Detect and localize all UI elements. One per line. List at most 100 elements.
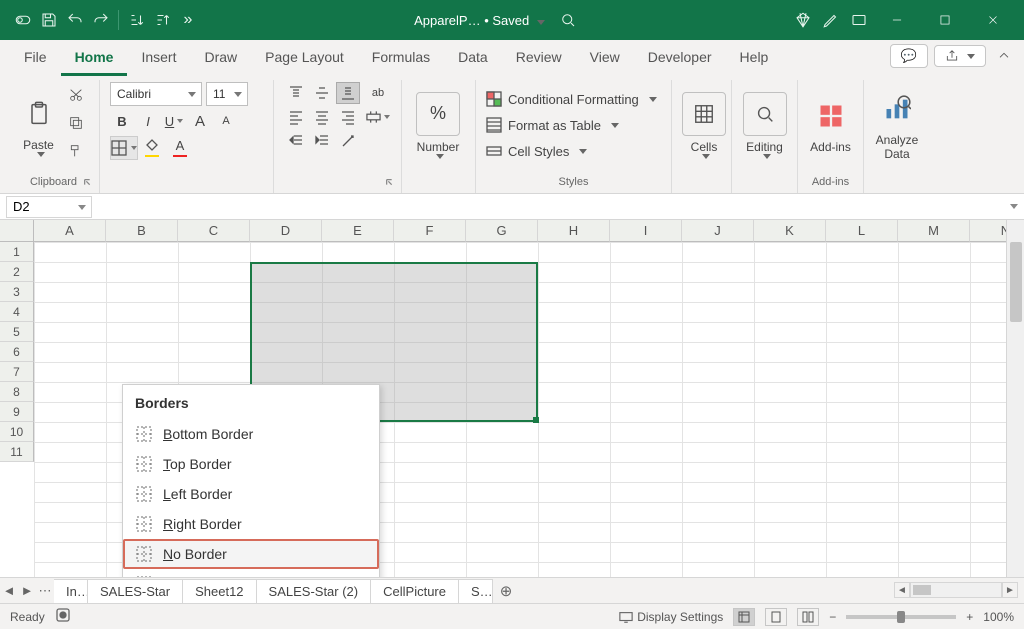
maximize-button[interactable] — [926, 6, 964, 34]
add-sheet-button[interactable]: ⊕ — [493, 582, 519, 600]
font-color-button[interactable]: A — [168, 136, 192, 158]
analyze-data-button[interactable]: Analyze Data — [874, 82, 920, 168]
column-header[interactable]: G — [466, 220, 538, 242]
column-header[interactable]: J — [682, 220, 754, 242]
row-header[interactable]: 11 — [0, 442, 34, 462]
page-layout-view-icon[interactable] — [765, 608, 787, 626]
zoom-in-button[interactable]: + — [966, 610, 973, 624]
number-format-button[interactable]: % Number — [412, 82, 464, 168]
fill-color-button[interactable] — [140, 136, 164, 158]
tab-help[interactable]: Help — [726, 41, 783, 76]
cell-styles-button[interactable]: Cell Styles — [486, 138, 587, 164]
clipboard-launcher-icon[interactable] — [81, 178, 95, 192]
increase-indent-icon[interactable] — [310, 130, 334, 152]
search-icon[interactable] — [559, 11, 577, 29]
undo-icon[interactable] — [66, 11, 84, 29]
align-left-icon[interactable] — [284, 106, 308, 128]
borders-button[interactable] — [110, 136, 138, 160]
macro-record-icon[interactable] — [55, 607, 71, 626]
border-option-top-border[interactable]: Top Border — [123, 449, 379, 479]
share-button[interactable] — [934, 45, 986, 67]
row-header[interactable]: 2 — [0, 262, 34, 282]
page-break-view-icon[interactable] — [797, 608, 819, 626]
display-settings-button[interactable]: Display Settings — [619, 610, 723, 624]
tab-formulas[interactable]: Formulas — [358, 41, 444, 76]
decrease-indent-icon[interactable] — [284, 130, 308, 152]
horizontal-scrollbar[interactable]: ◄ ► — [894, 581, 1018, 599]
align-middle-icon[interactable] — [310, 82, 334, 104]
sheet-nav-prev-icon[interactable]: ◄ — [0, 583, 18, 598]
underline-button[interactable]: U — [162, 110, 186, 132]
zoom-out-button[interactable]: − — [829, 610, 836, 624]
border-option-right-border[interactable]: Right Border — [123, 509, 379, 539]
sheet-tab[interactable]: S… — [459, 579, 493, 603]
tab-draw[interactable]: Draw — [190, 41, 251, 76]
column-header[interactable]: A — [34, 220, 106, 242]
orientation-icon[interactable] — [336, 130, 360, 152]
border-option-all-borders[interactable]: All Borders — [123, 569, 379, 577]
row-header[interactable]: 3 — [0, 282, 34, 302]
column-header[interactable]: L — [826, 220, 898, 242]
align-bottom-icon[interactable] — [336, 82, 360, 104]
row-header[interactable]: 9 — [0, 402, 34, 422]
normal-view-icon[interactable] — [733, 608, 755, 626]
sort-desc-icon[interactable] — [153, 11, 171, 29]
conditional-formatting-button[interactable]: Conditional Formatting — [486, 86, 657, 112]
tab-file[interactable]: File — [10, 41, 61, 76]
cells-button[interactable]: Cells — [682, 82, 726, 168]
name-box[interactable]: D2 — [6, 196, 92, 218]
row-header[interactable]: 5 — [0, 322, 34, 342]
tab-insert[interactable]: Insert — [127, 41, 190, 76]
tab-review[interactable]: Review — [502, 41, 576, 76]
row-header[interactable]: 6 — [0, 342, 34, 362]
sheet-tab[interactable]: In… — [54, 579, 88, 603]
shrink-font-icon[interactable]: A — [214, 110, 238, 132]
formula-expand-icon[interactable] — [1004, 204, 1024, 209]
column-header[interactable]: I — [610, 220, 682, 242]
paste-button[interactable]: Paste — [18, 82, 59, 168]
row-header[interactable]: 7 — [0, 362, 34, 382]
cut-icon[interactable] — [63, 82, 89, 108]
sort-asc-icon[interactable] — [127, 11, 145, 29]
minimize-button[interactable] — [878, 6, 916, 34]
border-option-no-border[interactable]: No Border — [123, 539, 379, 569]
font-size-select[interactable]: 11 — [206, 82, 248, 106]
tab-developer[interactable]: Developer — [634, 41, 726, 76]
italic-button[interactable]: I — [136, 110, 160, 132]
wrap-text-icon[interactable]: ab — [366, 82, 390, 104]
editing-button[interactable]: Editing — [742, 82, 787, 168]
diamond-icon[interactable] — [794, 11, 812, 29]
tab-home[interactable]: Home — [61, 41, 128, 76]
zoom-slider[interactable] — [846, 615, 956, 619]
sheet-tab[interactable]: SALES-Star — [88, 579, 183, 603]
border-option-left-border[interactable]: Left Border — [123, 479, 379, 509]
row-header[interactable]: 8 — [0, 382, 34, 402]
worksheet-area[interactable]: ABCDEFGHIJKLMN 1234567891011 Borders Bot… — [0, 220, 1024, 577]
collapse-ribbon-icon[interactable] — [992, 45, 1016, 67]
format-as-table-button[interactable]: Format as Table — [486, 112, 619, 138]
bold-button[interactable]: B — [110, 110, 134, 132]
sheet-nav-more-icon[interactable]: ⋯ — [36, 583, 54, 599]
alignment-launcher-icon[interactable] — [383, 178, 397, 192]
redo-icon[interactable] — [92, 11, 110, 29]
zoom-percent[interactable]: 100% — [983, 610, 1014, 624]
merge-center-icon[interactable] — [366, 106, 390, 128]
align-top-icon[interactable] — [284, 82, 308, 104]
comments-button[interactable]: 💬 — [890, 44, 928, 68]
copy-icon[interactable] — [63, 110, 89, 136]
sheet-nav-next-icon[interactable]: ► — [18, 583, 36, 598]
grow-font-icon[interactable]: A — [188, 110, 212, 132]
close-button[interactable] — [974, 6, 1012, 34]
align-center-icon[interactable] — [310, 106, 334, 128]
align-right-icon[interactable] — [336, 106, 360, 128]
save-icon[interactable] — [40, 11, 58, 29]
sheet-tab[interactable]: CellPicture — [371, 579, 459, 603]
tab-page-layout[interactable]: Page Layout — [251, 41, 358, 76]
row-header[interactable]: 10 — [0, 422, 34, 442]
sheet-tab[interactable]: Sheet12 — [183, 579, 256, 603]
row-header[interactable]: 1 — [0, 242, 34, 262]
fill-handle-icon[interactable] — [533, 417, 539, 423]
format-painter-icon[interactable] — [63, 138, 89, 164]
column-header[interactable]: B — [106, 220, 178, 242]
pencil-icon[interactable] — [822, 11, 840, 29]
